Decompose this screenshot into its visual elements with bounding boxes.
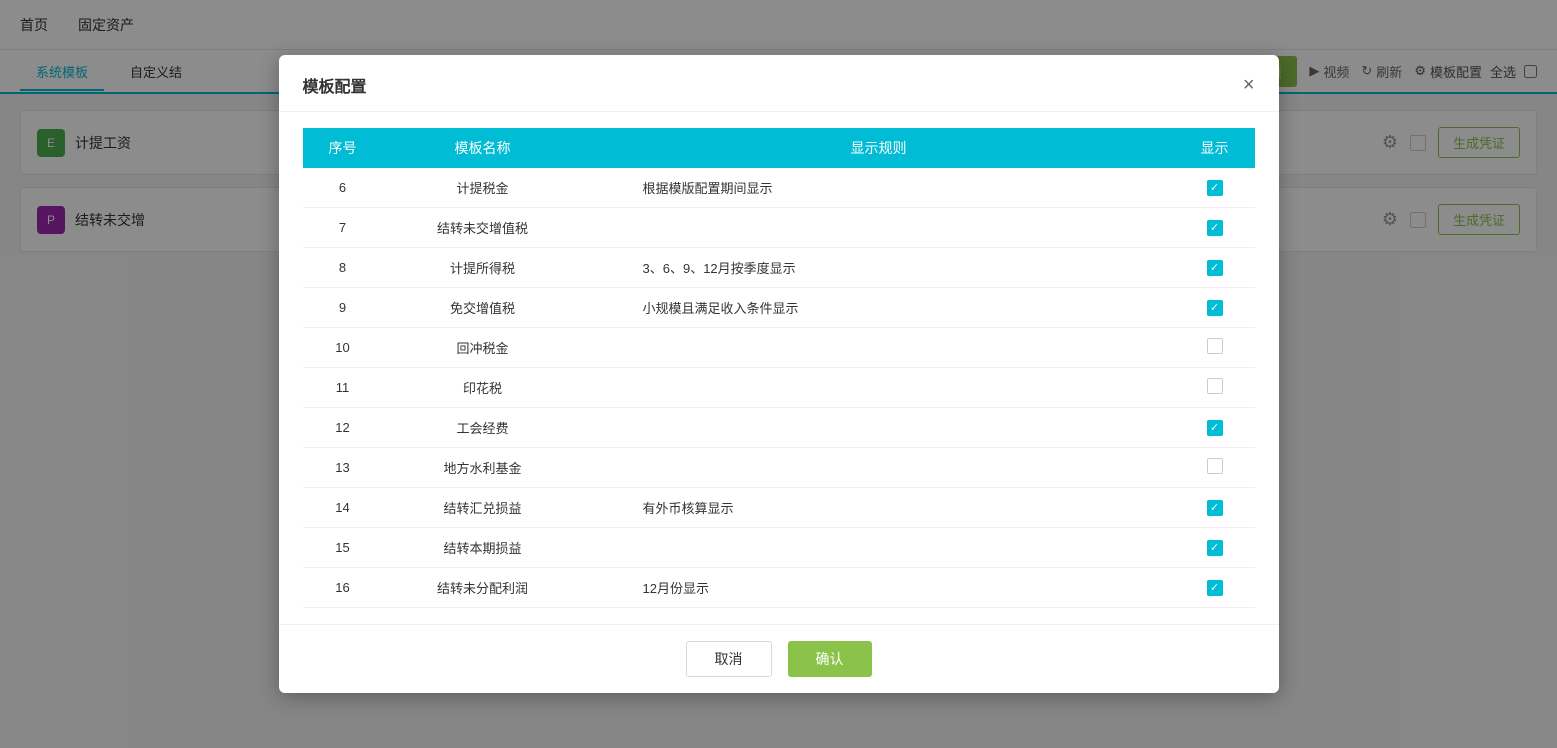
- row-name: 地方水利基金: [383, 448, 583, 488]
- row-rule: 12月份显示: [583, 568, 1175, 608]
- row-name: 工会经费: [383, 408, 583, 448]
- modal-body: 序号 模板名称 显示规则 显示 6计提税金根据模版配置期间显示7结转未交增值税8…: [279, 112, 1279, 624]
- table-row: 9免交增值税小规模且满足收入条件显示: [303, 288, 1255, 328]
- row-id: 12: [303, 408, 383, 448]
- table-row: 16结转未分配利润12月份显示: [303, 568, 1255, 608]
- checkbox-checked[interactable]: [1207, 300, 1223, 316]
- row-rule: [583, 408, 1175, 448]
- row-id: 7: [303, 208, 383, 248]
- table-row: 11印花税: [303, 368, 1255, 408]
- checkbox-unchecked[interactable]: [1207, 338, 1223, 354]
- row-id: 14: [303, 488, 383, 528]
- table-row: 7结转未交增值税: [303, 208, 1255, 248]
- row-rule: [583, 448, 1175, 488]
- row-checkbox-cell: [1175, 168, 1255, 208]
- table-body: 6计提税金根据模版配置期间显示7结转未交增值税8计提所得税3、6、9、12月按季…: [303, 168, 1255, 608]
- row-name: 结转未交增值税: [383, 208, 583, 248]
- row-name: 结转未分配利润: [383, 568, 583, 608]
- config-table: 序号 模板名称 显示规则 显示 6计提税金根据模版配置期间显示7结转未交增值税8…: [303, 128, 1255, 608]
- row-rule: [583, 328, 1175, 368]
- modal-title: 模板配置: [303, 73, 367, 97]
- col-header-name: 模板名称: [383, 128, 583, 168]
- row-checkbox-cell: [1175, 328, 1255, 368]
- row-id: 13: [303, 448, 383, 488]
- row-checkbox-cell: [1175, 528, 1255, 568]
- modal-close-button[interactable]: ×: [1243, 75, 1255, 95]
- row-checkbox-cell: [1175, 408, 1255, 448]
- col-header-id: 序号: [303, 128, 383, 168]
- row-rule: [583, 528, 1175, 568]
- checkbox-checked[interactable]: [1207, 540, 1223, 556]
- row-checkbox-cell: [1175, 568, 1255, 608]
- checkbox-checked[interactable]: [1207, 500, 1223, 516]
- row-rule: 有外币核算显示: [583, 488, 1175, 528]
- row-id: 9: [303, 288, 383, 328]
- checkbox-unchecked[interactable]: [1207, 458, 1223, 474]
- row-name: 回冲税金: [383, 328, 583, 368]
- table-wrapper[interactable]: 序号 模板名称 显示规则 显示 6计提税金根据模版配置期间显示7结转未交增值税8…: [303, 128, 1255, 608]
- checkbox-checked[interactable]: [1207, 260, 1223, 276]
- table-head: 序号 模板名称 显示规则 显示: [303, 128, 1255, 168]
- row-id: 11: [303, 368, 383, 408]
- row-name: 免交增值税: [383, 288, 583, 328]
- row-name: 计提所得税: [383, 248, 583, 288]
- template-config-modal: 模板配置 × 序号 模板名称 显示规则 显示 6计提税金根据模版配置期间显: [279, 55, 1279, 693]
- table-row: 6计提税金根据模版配置期间显示: [303, 168, 1255, 208]
- col-header-rule: 显示规则: [583, 128, 1175, 168]
- table-row: 12工会经费: [303, 408, 1255, 448]
- row-checkbox-cell: [1175, 488, 1255, 528]
- modal-overlay: 模板配置 × 序号 模板名称 显示规则 显示 6计提税金根据模版配置期间显: [0, 0, 1557, 748]
- cancel-button[interactable]: 取消: [686, 641, 772, 677]
- row-id: 10: [303, 328, 383, 368]
- confirm-button[interactable]: 确认: [788, 641, 872, 677]
- modal-header: 模板配置 ×: [279, 55, 1279, 112]
- row-checkbox-cell: [1175, 288, 1255, 328]
- row-checkbox-cell: [1175, 448, 1255, 488]
- row-id: 8: [303, 248, 383, 288]
- row-rule: 小规模且满足收入条件显示: [583, 288, 1175, 328]
- row-name: 计提税金: [383, 168, 583, 208]
- table-row: 14结转汇兑损益有外币核算显示: [303, 488, 1255, 528]
- modal-footer: 取消 确认: [279, 624, 1279, 693]
- checkbox-checked[interactable]: [1207, 180, 1223, 196]
- row-name: 结转汇兑损益: [383, 488, 583, 528]
- row-rule: [583, 368, 1175, 408]
- checkbox-checked[interactable]: [1207, 220, 1223, 236]
- row-name: 印花税: [383, 368, 583, 408]
- table-row: 8计提所得税3、6、9、12月按季度显示: [303, 248, 1255, 288]
- col-header-display: 显示: [1175, 128, 1255, 168]
- row-checkbox-cell: [1175, 368, 1255, 408]
- row-name: 结转本期损益: [383, 528, 583, 568]
- table-row: 10回冲税金: [303, 328, 1255, 368]
- table-row: 13地方水利基金: [303, 448, 1255, 488]
- row-checkbox-cell: [1175, 248, 1255, 288]
- checkbox-checked[interactable]: [1207, 420, 1223, 436]
- row-rule: 根据模版配置期间显示: [583, 168, 1175, 208]
- checkbox-checked[interactable]: [1207, 580, 1223, 596]
- row-id: 6: [303, 168, 383, 208]
- row-rule: 3、6、9、12月按季度显示: [583, 248, 1175, 288]
- row-rule: [583, 208, 1175, 248]
- checkbox-unchecked[interactable]: [1207, 378, 1223, 394]
- row-id: 16: [303, 568, 383, 608]
- table-row: 15结转本期损益: [303, 528, 1255, 568]
- row-id: 15: [303, 528, 383, 568]
- row-checkbox-cell: [1175, 208, 1255, 248]
